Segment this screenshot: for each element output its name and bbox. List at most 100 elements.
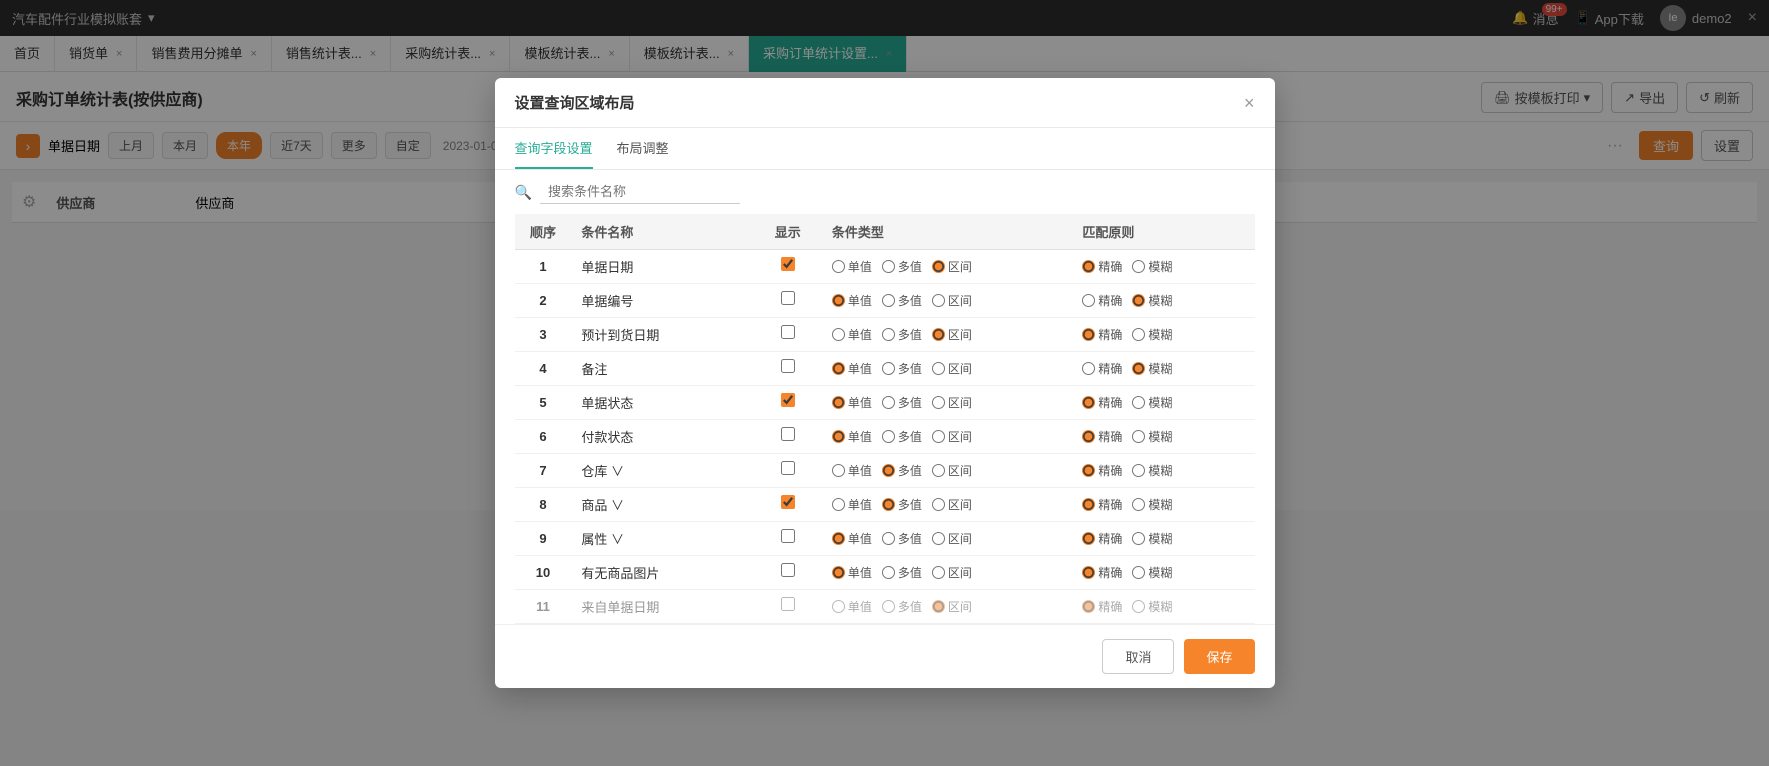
row-type-11: 单值多值区间 <box>822 590 1072 624</box>
match-radio-模糊-4[interactable]: 模糊 <box>1132 360 1172 377</box>
display-checkbox-3[interactable] <box>781 325 795 339</box>
row-display-2[interactable] <box>754 284 822 312</box>
tab-layout-adjust[interactable]: 布局调整 <box>617 128 669 169</box>
type-radio-区间-2[interactable]: 区间 <box>932 292 972 309</box>
type-radio-多值-1[interactable]: 多值 <box>882 258 922 275</box>
type-radio-单值-1[interactable]: 单值 <box>832 258 872 275</box>
row-display-4[interactable] <box>754 352 822 380</box>
display-checkbox-1[interactable] <box>781 257 795 271</box>
type-radio-多值-3[interactable]: 多值 <box>882 326 922 343</box>
match-radio-精确-2[interactable]: 精确 <box>1082 292 1122 309</box>
match-radio-精确-4[interactable]: 精确 <box>1082 360 1122 377</box>
match-radio-模糊-9[interactable]: 模糊 <box>1132 530 1172 547</box>
match-radio-精确-5[interactable]: 精确 <box>1082 394 1122 411</box>
type-radio-单值-6[interactable]: 单值 <box>832 428 872 445</box>
cancel-button[interactable]: 取消 <box>1102 639 1174 674</box>
row-display-11[interactable] <box>754 590 822 618</box>
row-match-2: 精确模糊 <box>1072 284 1254 318</box>
dialog-close-button[interactable]: × <box>1244 94 1255 112</box>
match-radio-精确-3[interactable]: 精确 <box>1082 326 1122 343</box>
display-checkbox-9[interactable] <box>781 529 795 543</box>
type-radio-多值-8[interactable]: 多值 <box>882 496 922 513</box>
type-radio-单值-3[interactable]: 单值 <box>832 326 872 343</box>
match-radio-精确-7[interactable]: 精确 <box>1082 462 1122 479</box>
tab-query-fields[interactable]: 查询字段设置 <box>515 128 593 169</box>
match-radio-模糊-11[interactable]: 模糊 <box>1132 598 1172 615</box>
search-input[interactable] <box>540 180 740 204</box>
type-radio-区间-6[interactable]: 区间 <box>932 428 972 445</box>
display-checkbox-4[interactable] <box>781 359 795 373</box>
type-radio-区间-3[interactable]: 区间 <box>932 326 972 343</box>
type-radio-区间-4[interactable]: 区间 <box>932 360 972 377</box>
match-radio-模糊-8[interactable]: 模糊 <box>1132 496 1172 513</box>
type-radio-单值-9[interactable]: 单值 <box>832 530 872 547</box>
table-row: 1单据日期单值多值区间精确模糊 <box>515 250 1255 284</box>
type-radio-单值-8[interactable]: 单值 <box>832 496 872 513</box>
dialog-search-area: 🔍 <box>495 170 1275 214</box>
type-radio-多值-9[interactable]: 多值 <box>882 530 922 547</box>
display-checkbox-10[interactable] <box>781 563 795 577</box>
row-display-9[interactable] <box>754 522 822 550</box>
type-radio-多值-2[interactable]: 多值 <box>882 292 922 309</box>
match-radio-精确-1[interactable]: 精确 <box>1082 258 1122 275</box>
display-checkbox-5[interactable] <box>781 393 795 407</box>
match-radio-精确-6[interactable]: 精确 <box>1082 428 1122 445</box>
type-radio-区间-10[interactable]: 区间 <box>932 564 972 581</box>
type-radio-区间-9[interactable]: 区间 <box>932 530 972 547</box>
match-radio-精确-8[interactable]: 精确 <box>1082 496 1122 513</box>
type-radio-多值-4[interactable]: 多值 <box>882 360 922 377</box>
table-row: 2单据编号单值多值区间精确模糊 <box>515 284 1255 318</box>
table-row: 6付款状态单值多值区间精确模糊 <box>515 420 1255 454</box>
table-row: 11来自单据日期单值多值区间精确模糊 <box>515 590 1255 624</box>
row-match-10: 精确模糊 <box>1072 556 1254 590</box>
row-display-7[interactable] <box>754 454 822 482</box>
type-radio-区间-8[interactable]: 区间 <box>932 496 972 513</box>
row-display-10[interactable] <box>754 556 822 584</box>
type-radio-单值-10[interactable]: 单值 <box>832 564 872 581</box>
display-checkbox-2[interactable] <box>781 291 795 305</box>
type-radio-区间-11[interactable]: 区间 <box>932 598 972 615</box>
row-order-5: 5 <box>515 386 572 420</box>
type-radio-单值-11[interactable]: 单值 <box>832 598 872 615</box>
display-checkbox-11[interactable] <box>781 597 795 611</box>
save-button[interactable]: 保存 <box>1184 639 1254 674</box>
row-type-7: 单值多值区间 <box>822 454 1072 488</box>
row-display-1[interactable] <box>754 250 822 278</box>
type-radio-区间-1[interactable]: 区间 <box>932 258 972 275</box>
row-type-3: 单值多值区间 <box>822 318 1072 352</box>
row-display-8[interactable] <box>754 488 822 516</box>
type-radio-单值-5[interactable]: 单值 <box>832 394 872 411</box>
match-radio-模糊-1[interactable]: 模糊 <box>1132 258 1172 275</box>
type-radio-区间-7[interactable]: 区间 <box>932 462 972 479</box>
row-name-5: 单据状态 <box>571 386 753 420</box>
row-display-3[interactable] <box>754 318 822 346</box>
match-radio-模糊-10[interactable]: 模糊 <box>1132 564 1172 581</box>
type-radio-多值-6[interactable]: 多值 <box>882 428 922 445</box>
display-checkbox-8[interactable] <box>781 495 795 509</box>
type-radio-多值-11[interactable]: 多值 <box>882 598 922 615</box>
type-radio-单值-2[interactable]: 单值 <box>832 292 872 309</box>
type-radio-多值-10[interactable]: 多值 <box>882 564 922 581</box>
table-row: 8商品 ∨单值多值区间精确模糊 <box>515 488 1255 522</box>
col-match: 匹配原则 <box>1072 214 1254 250</box>
match-radio-模糊-7[interactable]: 模糊 <box>1132 462 1172 479</box>
match-radio-模糊-2[interactable]: 模糊 <box>1132 292 1172 309</box>
match-radio-模糊-3[interactable]: 模糊 <box>1132 326 1172 343</box>
match-radio-精确-10[interactable]: 精确 <box>1082 564 1122 581</box>
search-icon: 🔍 <box>515 184 532 201</box>
type-radio-区间-5[interactable]: 区间 <box>932 394 972 411</box>
type-radio-多值-5[interactable]: 多值 <box>882 394 922 411</box>
display-checkbox-7[interactable] <box>781 461 795 475</box>
type-radio-单值-7[interactable]: 单值 <box>832 462 872 479</box>
match-radio-精确-9[interactable]: 精确 <box>1082 530 1122 547</box>
row-display-5[interactable] <box>754 386 822 414</box>
dialog-footer: 取消 保存 <box>495 624 1275 688</box>
match-radio-模糊-6[interactable]: 模糊 <box>1132 428 1172 445</box>
row-type-6: 单值多值区间 <box>822 420 1072 454</box>
row-display-6[interactable] <box>754 420 822 448</box>
type-radio-多值-7[interactable]: 多值 <box>882 462 922 479</box>
match-radio-模糊-5[interactable]: 模糊 <box>1132 394 1172 411</box>
match-radio-精确-11[interactable]: 精确 <box>1082 598 1122 615</box>
type-radio-单值-4[interactable]: 单值 <box>832 360 872 377</box>
display-checkbox-6[interactable] <box>781 427 795 441</box>
